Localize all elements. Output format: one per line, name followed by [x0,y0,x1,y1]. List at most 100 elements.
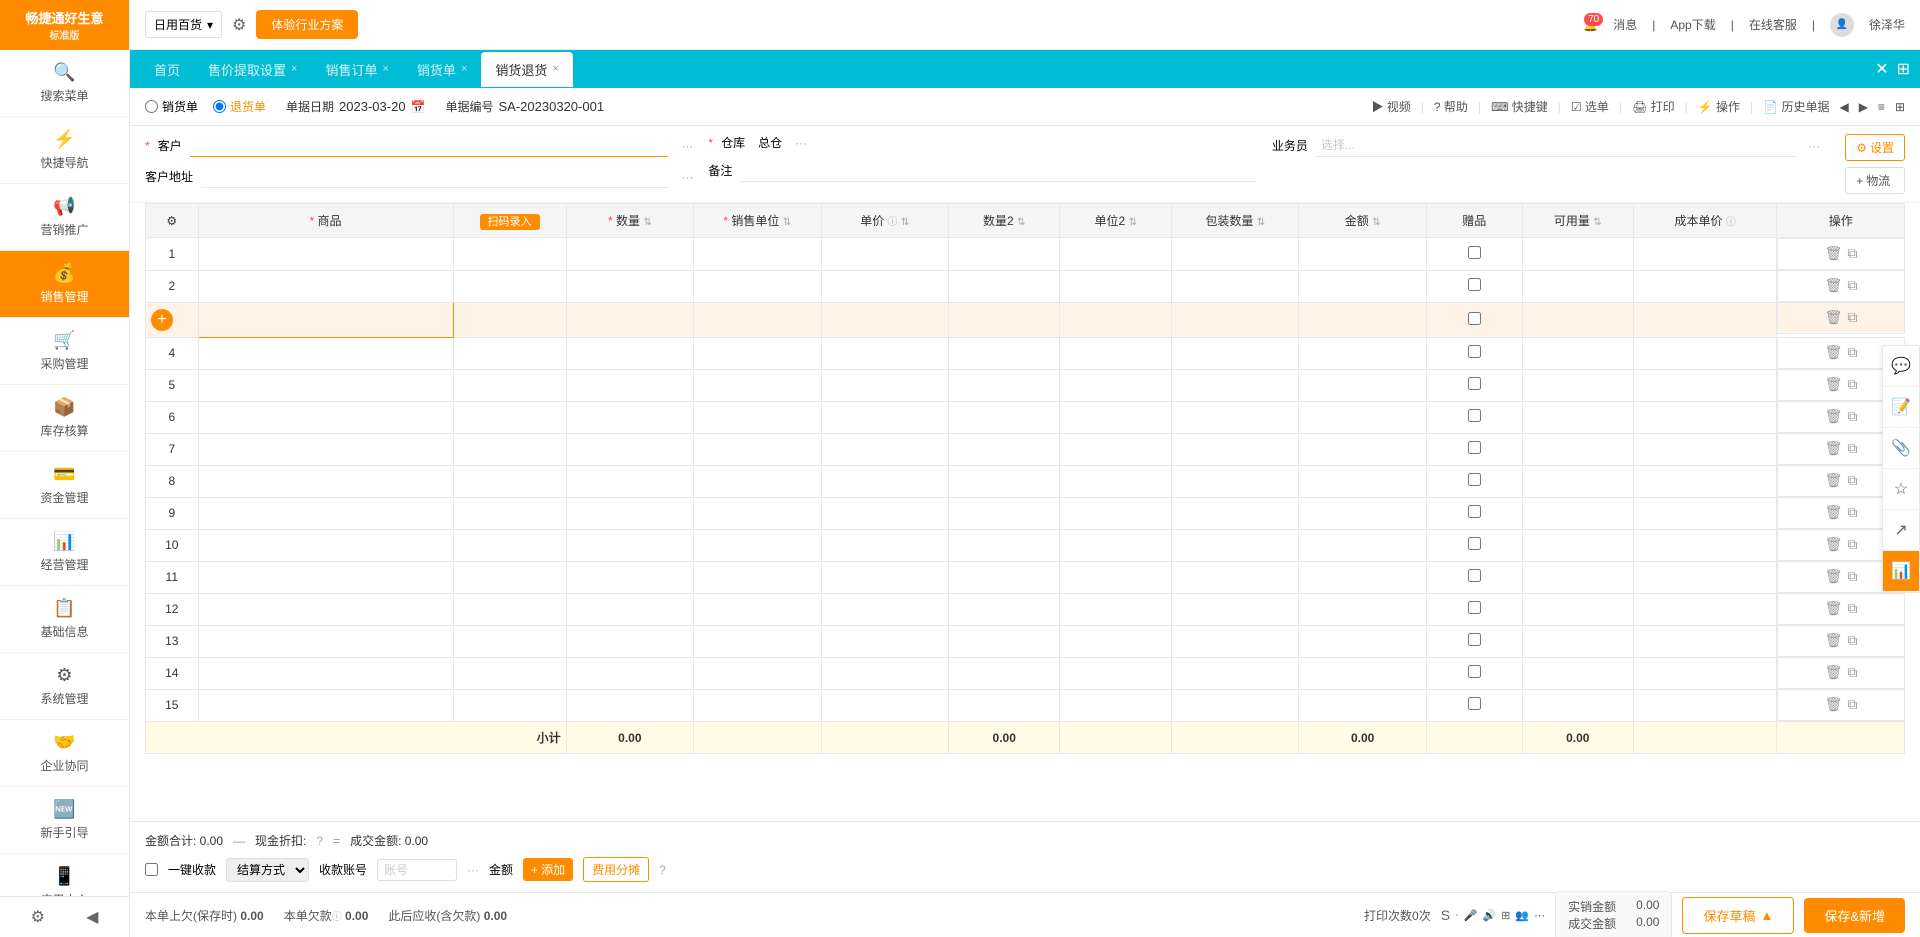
row-available-1[interactable] [1522,238,1634,271]
online-service-btn[interactable]: 在线客服 [1749,16,1797,33]
gift-checkbox-3[interactable] [1468,312,1481,325]
gift-checkbox-8[interactable] [1468,473,1481,486]
row-price-9[interactable] [821,497,948,529]
row-price-7[interactable] [821,433,948,465]
row-cost-6[interactable] [1634,401,1777,433]
tab-sale-out[interactable]: 销货单 × [403,52,481,87]
row-pkg-7[interactable] [1172,433,1299,465]
row-available-13[interactable] [1522,625,1634,657]
row-qty2-3[interactable] [948,302,1060,337]
row-available-2[interactable] [1522,270,1634,302]
account-input[interactable] [377,859,457,881]
delete-icon-15[interactable]: 🗑 [1825,696,1843,714]
row-unit2-8[interactable] [1060,465,1172,497]
row-pkg-12[interactable] [1172,593,1299,625]
copy-icon-5[interactable]: ⧉ [1847,376,1857,394]
row-unit-4[interactable] [694,337,821,369]
row-qty2-5[interactable] [948,369,1060,401]
notification-button[interactable]: 🔔 70 [1583,18,1598,32]
price-sort-icon[interactable]: ⇅ [901,217,909,228]
gift-checkbox-7[interactable] [1468,441,1481,454]
settlement-select[interactable]: 结算方式 [226,858,309,882]
row-qty2-9[interactable] [948,497,1060,529]
fee-help-icon[interactable]: ? [659,863,666,877]
row-price-3[interactable] [821,302,948,337]
toolbar-print[interactable]: 🖨 打印 [1632,98,1675,115]
sidebar-item-sales[interactable]: 💰 销售管理 [0,251,129,318]
row-product-5[interactable] [198,369,453,401]
delete-icon-1[interactable]: 🗑 [1825,245,1843,263]
row-amount-2[interactable] [1299,270,1426,302]
row-qty-2[interactable] [566,270,693,302]
row-amount-1[interactable] [1299,238,1426,271]
row-unit2-6[interactable] [1060,401,1172,433]
row-cost-12[interactable] [1634,593,1777,625]
row-pkg-6[interactable] [1172,401,1299,433]
row-price-2[interactable] [821,270,948,302]
row-available-12[interactable] [1522,593,1634,625]
qty2-sort-icon[interactable]: ⇅ [1017,217,1025,228]
copy-icon-3[interactable]: ⧉ [1847,309,1857,327]
row-cost-11[interactable] [1634,561,1777,593]
row-pkg-9[interactable] [1172,497,1299,529]
row-cost-1[interactable] [1634,238,1777,271]
row-cost-9[interactable] [1634,497,1777,529]
product-input-3[interactable] [204,312,448,327]
industry-select[interactable]: 日用百货 ▾ [145,11,222,38]
row-qty2-7[interactable] [948,433,1060,465]
delete-icon-12[interactable]: 🗑 [1825,600,1843,618]
row-available-11[interactable] [1522,561,1634,593]
sidebar-item-system[interactable]: ⚙ 系统管理 [0,653,129,720]
sidebar-item-purchase[interactable]: 🛒 采购管理 [0,318,129,385]
row-product-2[interactable] [198,270,453,302]
row-price-4[interactable] [821,337,948,369]
row-qty-14[interactable] [566,657,693,689]
gift-checkbox-2[interactable] [1468,278,1481,291]
row-qty2-10[interactable] [948,529,1060,561]
row-available-8[interactable] [1522,465,1634,497]
toolbar-prev[interactable]: ◀ [1839,100,1848,114]
tab-menu-btn[interactable]: ⊞ [1897,59,1910,79]
radio-return[interactable]: 退货单 [213,98,266,115]
delete-icon-4[interactable]: 🗑 [1825,344,1843,362]
row-gift-7[interactable] [1426,433,1522,465]
toolbar-history[interactable]: 📄 历史单据 [1763,98,1829,115]
row-product-12[interactable] [198,593,453,625]
calendar-icon[interactable]: 📅 [411,100,426,114]
row-gift-4[interactable] [1426,337,1522,369]
row-pkg-13[interactable] [1172,625,1299,657]
row-gift-11[interactable] [1426,561,1522,593]
add-payment-btn[interactable]: + 添加 [523,858,573,881]
gift-checkbox-11[interactable] [1468,569,1481,582]
radio-sale[interactable]: 销货单 [145,98,198,115]
unit-sort-icon[interactable]: ⇅ [783,217,791,228]
row-amount-12[interactable] [1299,593,1426,625]
sidebar-item-operations[interactable]: 📊 经营管理 [0,519,129,586]
rt-share[interactable]: ↗ [1883,510,1919,551]
row-unit2-11[interactable] [1060,561,1172,593]
row-gift-6[interactable] [1426,401,1522,433]
row-qty-4[interactable] [566,337,693,369]
row-gift-14[interactable] [1426,657,1522,689]
sidebar-item-search[interactable]: 🔍 搜索菜单 [0,50,129,117]
remark-input[interactable] [740,159,1256,182]
row-price-11[interactable] [821,561,948,593]
toolbar-next[interactable]: ▶ [1859,100,1868,114]
row-unit-11[interactable] [694,561,821,593]
row-amount-10[interactable] [1299,529,1426,561]
row-price-14[interactable] [821,657,948,689]
row-cost-15[interactable] [1634,689,1777,722]
gift-checkbox-9[interactable] [1468,505,1481,518]
row-price-5[interactable] [821,369,948,401]
row-unit-10[interactable] [694,529,821,561]
row-qty2-2[interactable] [948,270,1060,302]
row-unit-7[interactable] [694,433,821,465]
row-qty2-11[interactable] [948,561,1060,593]
row-gift-5[interactable] [1426,369,1522,401]
avail-sort-icon[interactable]: ⇅ [1593,217,1601,228]
row-qty-12[interactable] [566,593,693,625]
delete-icon-11[interactable]: 🗑 [1825,568,1843,586]
copy-icon-11[interactable]: ⧉ [1847,568,1857,586]
row-amount-11[interactable] [1299,561,1426,593]
row-gift-13[interactable] [1426,625,1522,657]
